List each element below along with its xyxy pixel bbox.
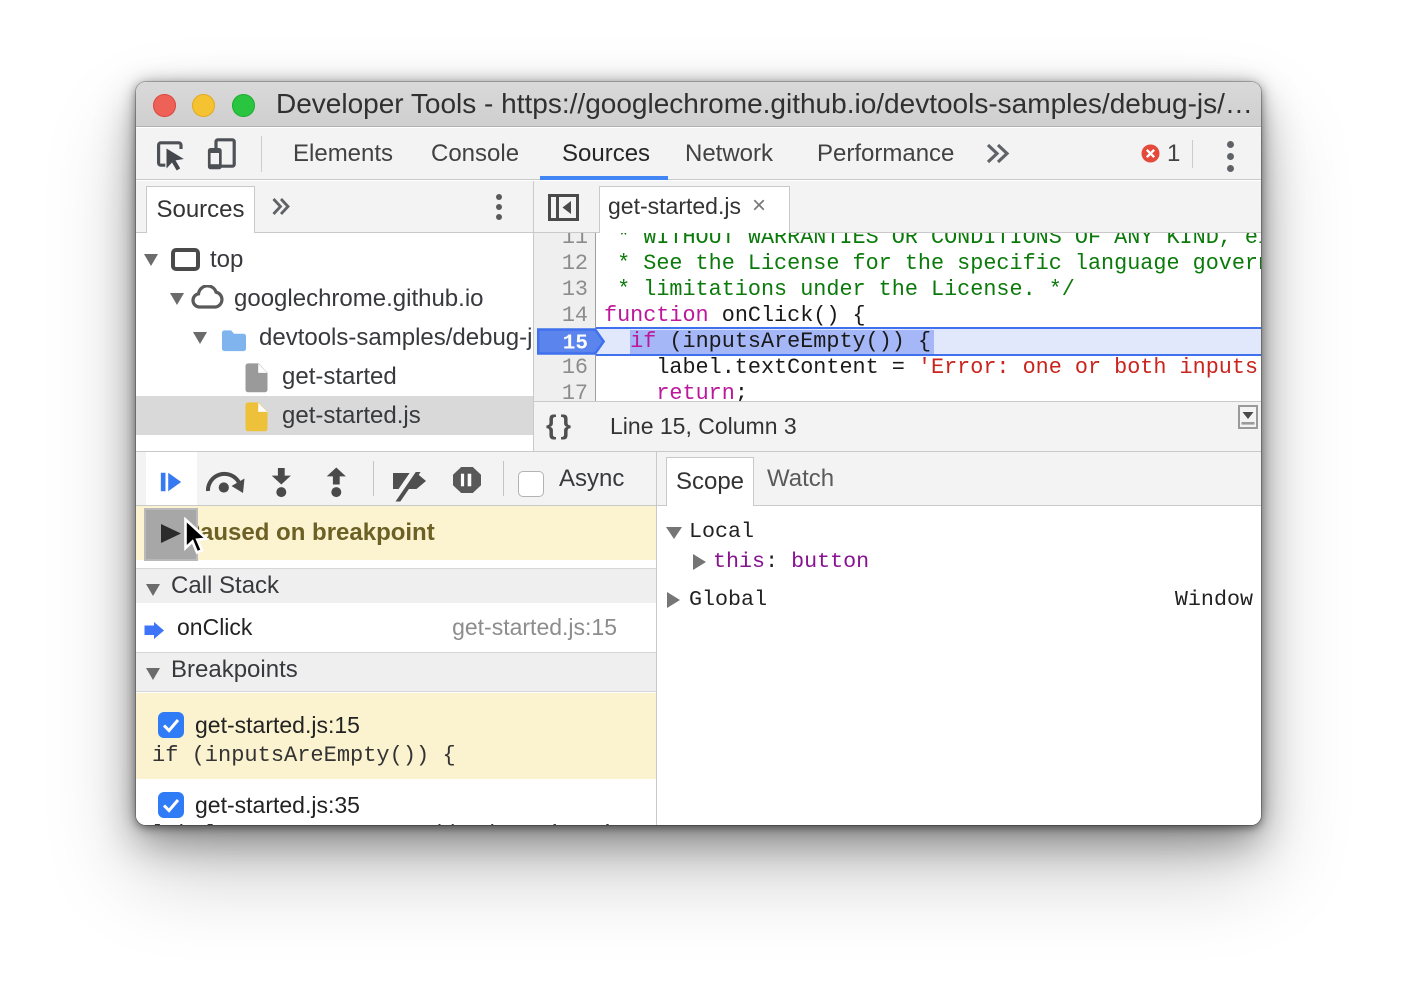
svg-text:15: 15 [563,333,588,356]
